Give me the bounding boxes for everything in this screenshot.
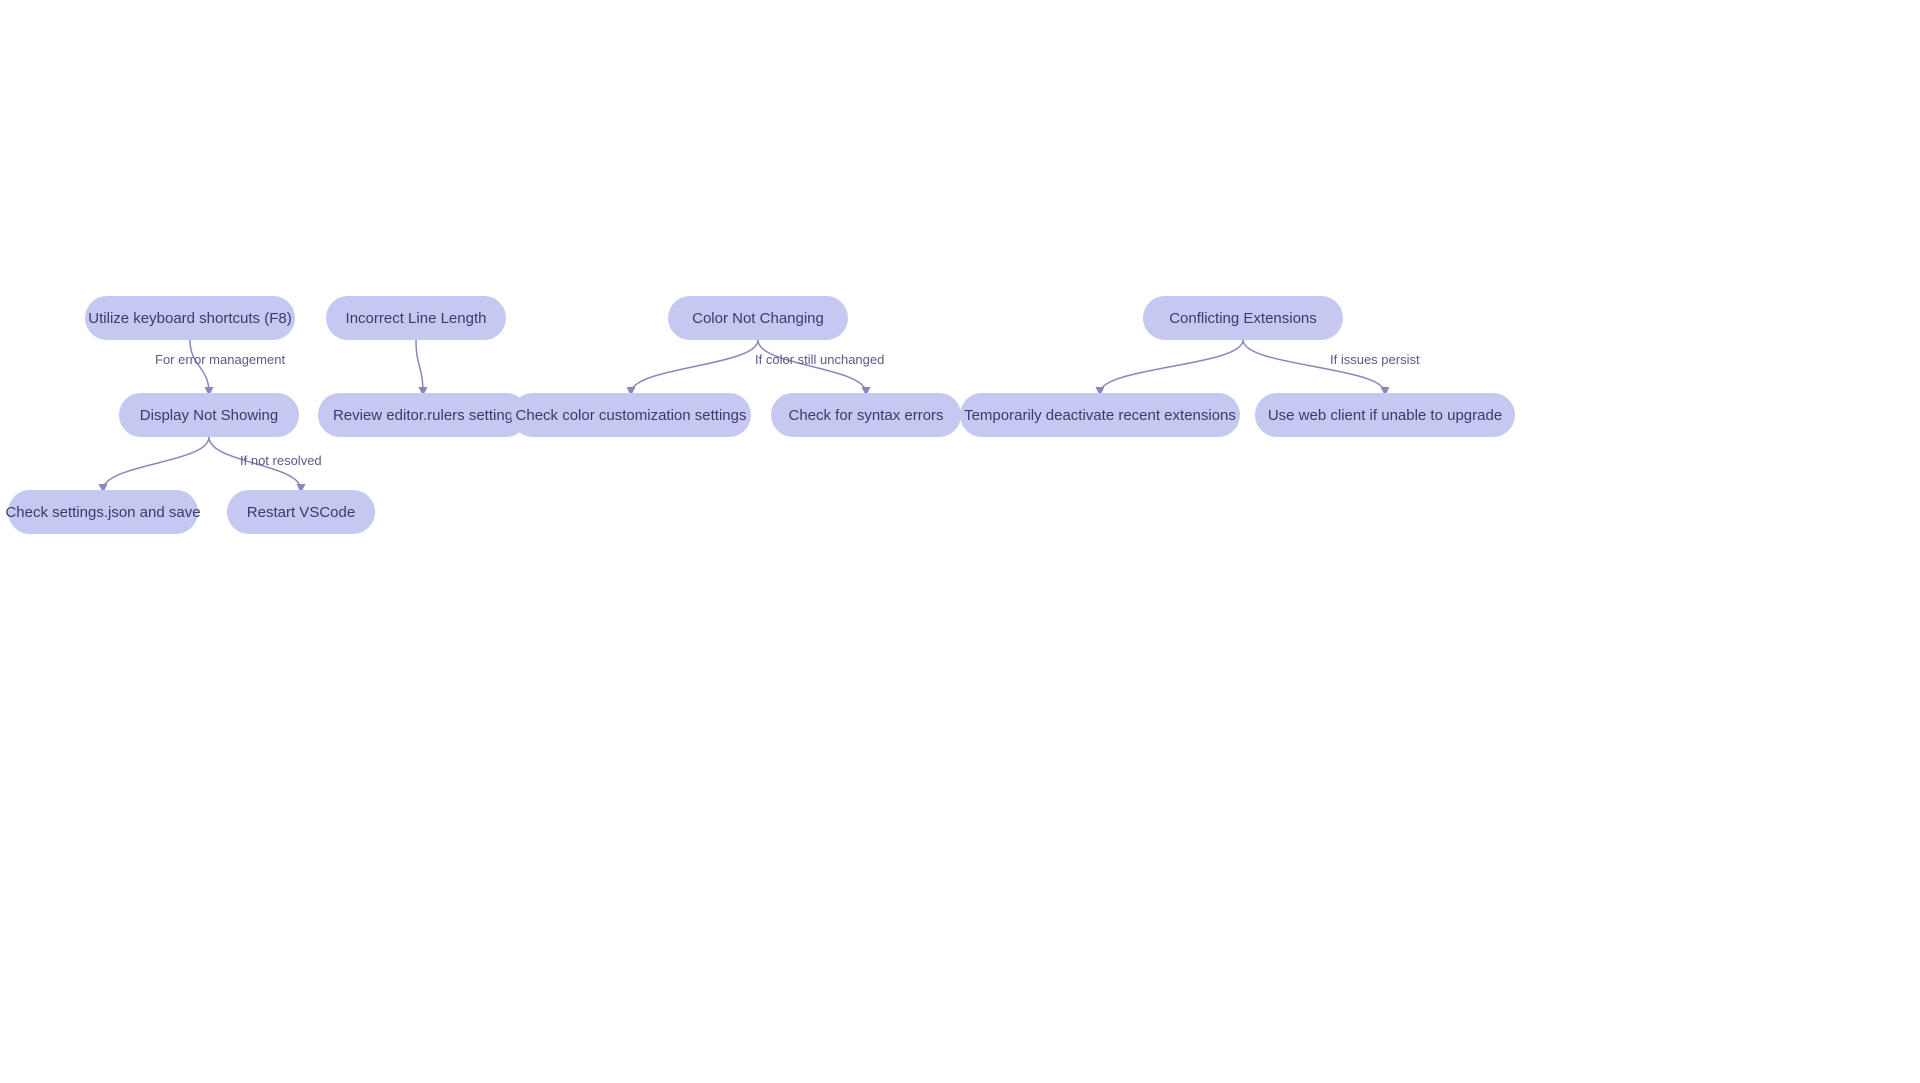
node-use-web-client: Use web client if unable to upgrade [1255, 393, 1515, 437]
node-check-syntax-errors: Check for syntax errors [771, 393, 961, 437]
node-check-settings: Check settings.json and save [8, 490, 198, 534]
node-deactivate-extensions: Temporarily deactivate recent extensions [960, 393, 1240, 437]
node-restart-vscode: Restart VSCode [227, 490, 375, 534]
node-display-not-showing: Display Not Showing [119, 393, 299, 437]
edge-label: If color still unchanged [755, 352, 884, 367]
node-utilize-shortcuts: Utilize keyboard shortcuts (F8) [85, 296, 295, 340]
node-check-color-customization: Check color customization settings [511, 393, 751, 437]
diagram-container: Utilize keyboard shortcuts (F8) Incorrect… [0, 0, 1920, 1083]
node-color-not-changing: Color Not Changing [668, 296, 848, 340]
edge-label: If issues persist [1330, 352, 1420, 367]
edge-label: For error management [155, 352, 285, 367]
edge-label: If not resolved [240, 453, 322, 468]
node-review-rulers: Review editor.rulers setting [318, 393, 528, 437]
diagram-svg [0, 0, 1920, 1083]
node-incorrect-line-length: Incorrect Line Length [326, 296, 506, 340]
node-conflicting-extensions: Conflicting Extensions [1143, 296, 1343, 340]
